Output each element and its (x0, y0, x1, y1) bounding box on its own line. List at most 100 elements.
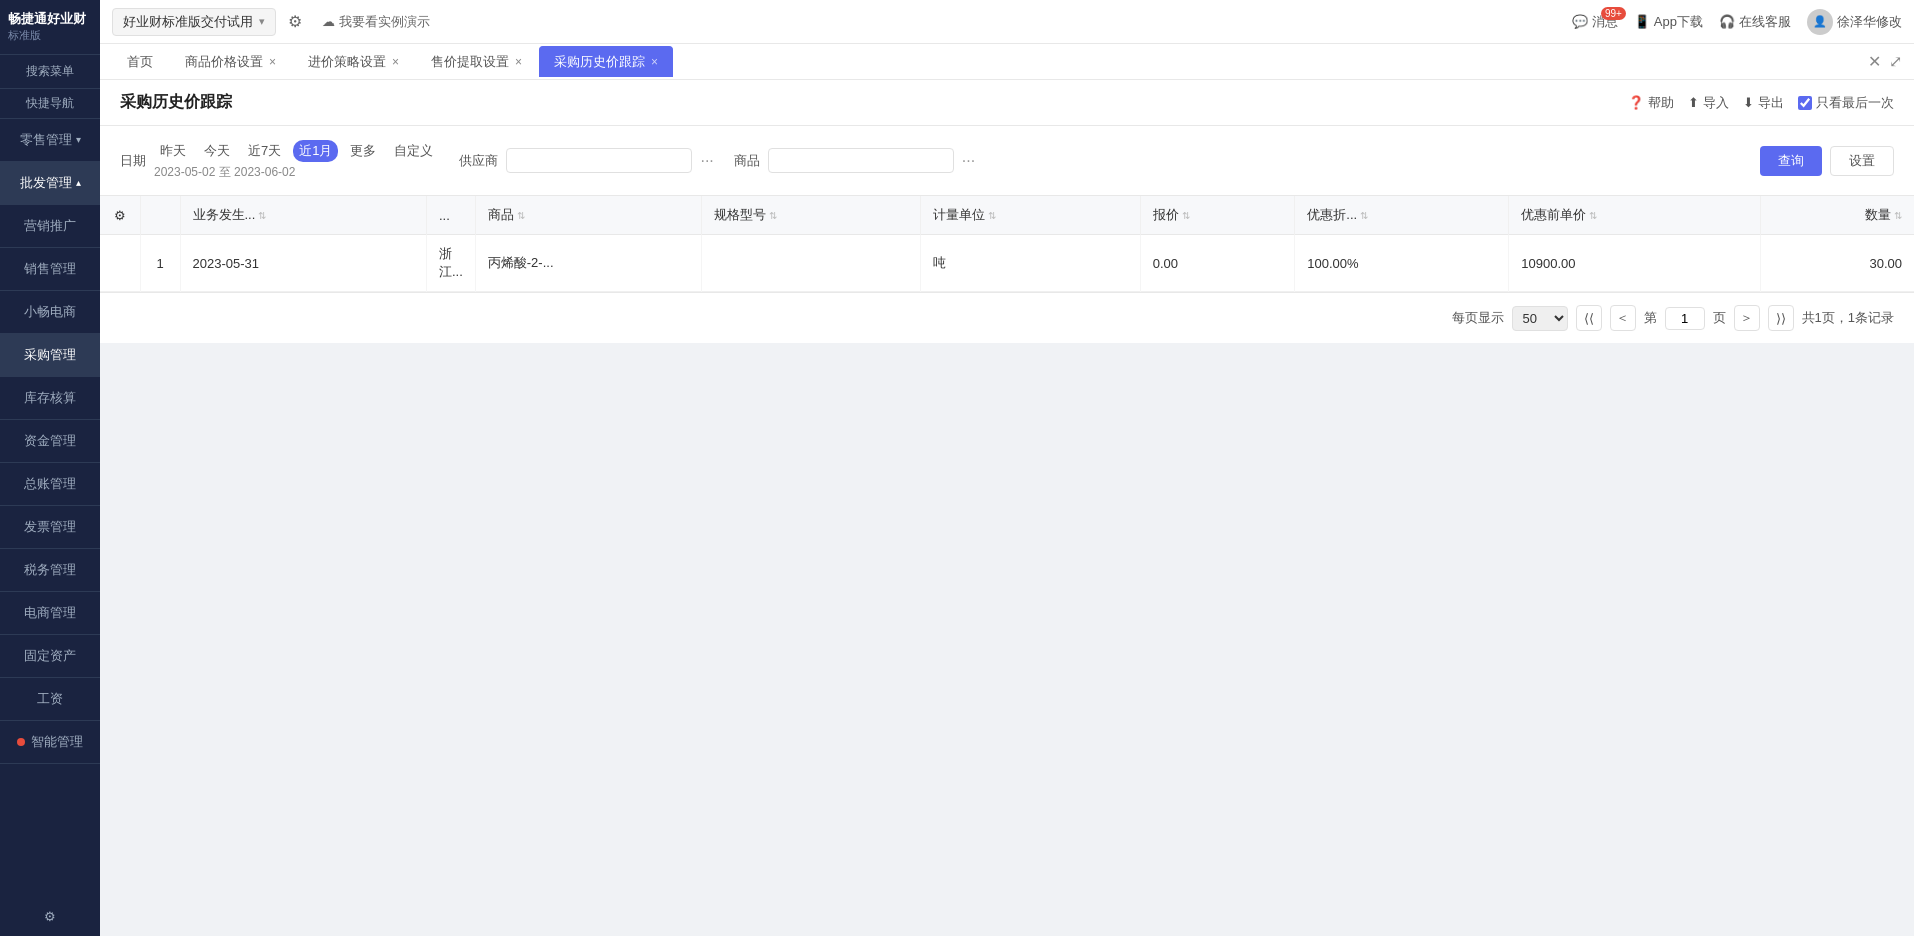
date-option-yesterday[interactable]: 昨天 (154, 140, 192, 162)
th-gear[interactable]: ⚙ (100, 196, 140, 235)
import-button[interactable]: ⬆ 导入 (1688, 94, 1729, 112)
edition-selector-label: 好业财标准版交付试用 (123, 13, 253, 31)
th-spec[interactable]: 规格型号 ⇅ (701, 196, 920, 235)
sidebar-item-invoice-label: 发票管理 (24, 518, 76, 536)
th-more[interactable]: ... (426, 196, 475, 235)
sidebar-item-inventory[interactable]: 库存核算 (0, 377, 100, 420)
sort-icon: ⇅ (258, 210, 266, 221)
filter-actions: 查询 设置 (1760, 146, 1894, 176)
page-header: 采购历史价跟踪 ❓ 帮助 ⬆ 导入 ⬇ 导出 只看最后一次 (100, 80, 1914, 126)
page-size-select[interactable]: 50 20 100 (1512, 306, 1568, 331)
sidebar-item-tax[interactable]: 税务管理 (0, 549, 100, 592)
last-page-button[interactable]: ⟩⟩ (1768, 305, 1794, 331)
supplier-more-icon[interactable]: ··· (700, 152, 713, 170)
tab-purchase-strategy[interactable]: 进价策略设置 × (293, 46, 414, 77)
supplier-input[interactable] (506, 148, 692, 173)
collapse-icon[interactable]: ✕ (1868, 52, 1881, 71)
help-button[interactable]: ❓ 帮助 (1628, 94, 1674, 112)
row-unit-label: 吨 (933, 255, 946, 270)
sidebar-item-marketing[interactable]: 营销推广 (0, 205, 100, 248)
demo-label: 我要看实例演示 (339, 13, 430, 31)
page-number-input[interactable] (1665, 307, 1705, 330)
tab-sale-extract-label: 售价提取设置 (431, 53, 509, 71)
close-icon[interactable]: × (651, 55, 658, 69)
online-service-button[interactable]: 🎧 在线客服 (1719, 13, 1791, 31)
th-discount[interactable]: 优惠折... ⇅ (1295, 196, 1509, 235)
th-unit-label: 计量单位 (933, 206, 985, 224)
edition-selector[interactable]: 好业财标准版交付试用 ▾ (112, 8, 276, 36)
table-row: 1 2023-05-31 浙江... 丙烯酸-2-... 吨 0.00 100.… (100, 235, 1914, 292)
expand-icon[interactable]: ⤢ (1889, 52, 1902, 71)
th-goods[interactable]: 商品 ⇅ (475, 196, 701, 235)
close-icon[interactable]: × (269, 55, 276, 69)
help-label: 帮助 (1648, 94, 1674, 112)
sidebar-item-sales[interactable]: 销售管理 (0, 248, 100, 291)
settings-icon[interactable]: ⚙ (288, 12, 302, 31)
query-button[interactable]: 查询 (1760, 146, 1822, 176)
sidebar-item-ecommerce-label: 电商管理 (24, 604, 76, 622)
sidebar-item-tax-label: 税务管理 (24, 561, 76, 579)
th-unit[interactable]: 计量单位 ⇅ (921, 196, 1140, 235)
row-quantity: 30.00 (1761, 235, 1914, 292)
first-page-button[interactable]: ⟨⟨ (1576, 305, 1602, 331)
date-filter-group: 日期 昨天 今天 近7天 近1月 更多 自定义 2023-05-02 至 202… (120, 140, 439, 181)
th-quoted-price[interactable]: 报价 ⇅ (1140, 196, 1295, 235)
user-menu[interactable]: 👤 徐泽华修改 (1807, 9, 1902, 35)
prev-page-button[interactable]: ＜ (1610, 305, 1636, 331)
export-button[interactable]: ⬇ 导出 (1743, 94, 1784, 112)
logo-title: 畅捷通好业财 (8, 10, 92, 28)
sidebar-item-ledger[interactable]: 总账管理 (0, 463, 100, 506)
table-container: ⚙ 业务发生... ⇅ ... (100, 196, 1914, 292)
quick-nav[interactable]: 快捷导航 (0, 89, 100, 119)
only-last-toggle[interactable]: 只看最后一次 (1798, 94, 1894, 112)
th-pre-discount-price[interactable]: 优惠前单价 ⇅ (1509, 196, 1761, 235)
th-quantity[interactable]: 数量 ⇅ (1761, 196, 1914, 235)
tab-sale-extract[interactable]: 售价提取设置 × (416, 46, 537, 77)
date-option-7days[interactable]: 近7天 (242, 140, 287, 162)
date-option-1month[interactable]: 近1月 (293, 140, 338, 162)
only-last-label: 只看最后一次 (1816, 94, 1894, 112)
row-supplier: 浙江... (426, 235, 475, 292)
cloud-icon: ☁ (322, 14, 335, 29)
tab-purchase-history-label: 采购历史价跟踪 (554, 53, 645, 71)
main-content: 好业财标准版交付试用 ▾ ⚙ ☁ 我要看实例演示 💬 消息 99+ 📱 App下… (100, 0, 1914, 936)
sidebar-item-payroll[interactable]: 工资 (0, 678, 100, 721)
date-option-custom[interactable]: 自定义 (388, 140, 439, 162)
goods-filter-group: 商品 ··· (734, 148, 975, 173)
sidebar-item-invoice[interactable]: 发票管理 (0, 506, 100, 549)
date-option-today[interactable]: 今天 (198, 140, 236, 162)
tabbar-controls: ✕ ⤢ (1868, 52, 1902, 71)
sidebar-item-inventory-label: 库存核算 (24, 389, 76, 407)
date-options: 昨天 今天 近7天 近1月 更多 自定义 (154, 140, 439, 162)
sidebar-item-ecommerce-small[interactable]: 小畅电商 (0, 291, 100, 334)
sidebar-item-retail[interactable]: 零售管理 ▾ (0, 119, 100, 162)
th-pre-discount-price-label: 优惠前单价 (1521, 206, 1586, 224)
tab-price-settings[interactable]: 商品价格设置 × (170, 46, 291, 77)
dot-indicator (17, 738, 25, 746)
sidebar-gear-button[interactable]: ⚙ (0, 897, 100, 936)
row-pre-discount-price: 10900.00 (1509, 235, 1761, 292)
close-icon[interactable]: × (392, 55, 399, 69)
th-business-date[interactable]: 业务发生... ⇅ (180, 196, 426, 235)
tab-home[interactable]: 首页 (112, 46, 168, 77)
sidebar-item-finance[interactable]: 资金管理 (0, 420, 100, 463)
sidebar-item-smart[interactable]: 智能管理 (0, 721, 100, 764)
sidebar-item-assets[interactable]: 固定资产 (0, 635, 100, 678)
tab-purchase-history[interactable]: 采购历史价跟踪 × (539, 46, 673, 77)
next-page-button[interactable]: ＞ (1734, 305, 1760, 331)
sidebar-item-purchase[interactable]: 采购管理 (0, 334, 100, 377)
sidebar-item-wholesale[interactable]: 批发管理 ▴ (0, 162, 100, 205)
filter-settings-button[interactable]: 设置 (1830, 146, 1894, 176)
sidebar-item-retail-label: 零售管理 (20, 131, 72, 149)
demo-button[interactable]: ☁ 我要看实例演示 (322, 13, 430, 31)
goods-more-icon[interactable]: ··· (962, 152, 975, 170)
date-option-more[interactable]: 更多 (344, 140, 382, 162)
only-last-checkbox[interactable] (1798, 96, 1812, 110)
close-icon[interactable]: × (515, 55, 522, 69)
goods-input[interactable] (768, 148, 954, 173)
sidebar-item-ecommerce[interactable]: 电商管理 (0, 592, 100, 635)
message-button[interactable]: 💬 消息 99+ (1572, 13, 1618, 31)
th-more-label: ... (439, 208, 450, 223)
search-menu[interactable]: 搜索菜单 (0, 55, 100, 89)
app-download-button[interactable]: 📱 App下载 (1634, 13, 1703, 31)
